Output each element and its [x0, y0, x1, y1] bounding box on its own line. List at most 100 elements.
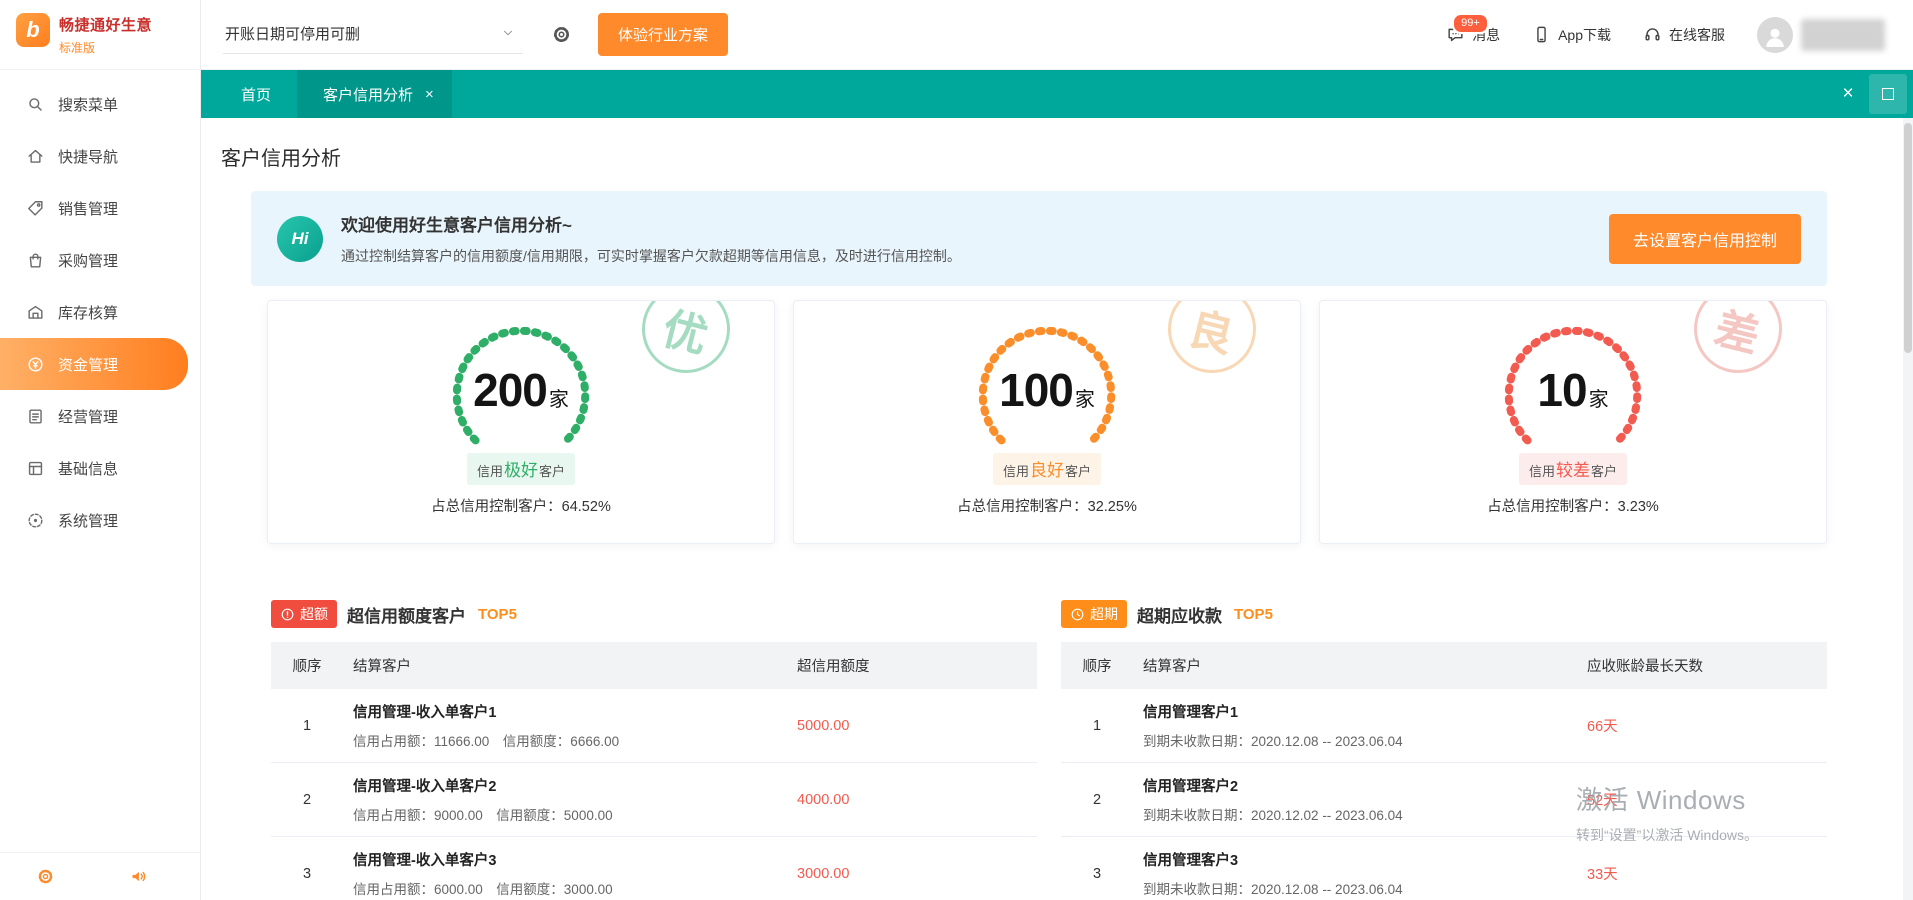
app-download-button[interactable]: App下载 — [1532, 25, 1611, 45]
over-credit-table-header: 超额 超信用额度客户 TOP5 — [271, 600, 1037, 628]
overdue-table: 顺序 结算客户 应收账龄最长天数 1 信用管理客户1 到期未收款日期：2020.1… — [1061, 642, 1827, 900]
messages-button[interactable]: 99+ 消息 — [1446, 12, 1500, 45]
count-good: 100 家 — [999, 364, 1095, 416]
over-credit-table-block: 超额 超信用额度客户 TOP5 顺序 结算客户 超信用额度 1 信用管理-收入单… — [271, 600, 1037, 900]
col-over-credit: 超信用额度 — [787, 642, 1037, 689]
tab-customer-credit-analysis[interactable]: 客户信用分析 × — [297, 70, 452, 118]
sidebar-item-sales[interactable]: 销售管理 — [0, 182, 200, 234]
setup-credit-control-button[interactable]: 去设置客户信用控制 — [1608, 213, 1801, 264]
topbar-settings-button[interactable] — [551, 24, 572, 45]
sidebar-item-funds[interactable]: 资金管理 — [0, 338, 188, 390]
top5-label: TOP5 — [1234, 605, 1273, 623]
aging-days-value: 66天 — [1577, 689, 1827, 763]
table-header-row: 顺序 结算客户 超信用额度 — [271, 642, 1037, 689]
customer-detail: 到期未收款日期：2020.12.02 -- 2023.06.04 — [1143, 808, 1403, 823]
base-info-icon — [28, 461, 43, 475]
customer-detail: 信用占用额：11666.00 信用额度：6666.00 — [353, 734, 620, 749]
customer-detail: 到期未收款日期：2020.12.08 -- 2023.06.04 — [1143, 734, 1403, 749]
tab-active-label: 客户信用分析 — [323, 86, 414, 104]
main-area: 开账日期可停用可删 体验行业方案 99+ 消息 App下载 在线客服 首页 客户… — [201, 0, 1913, 900]
tab-home[interactable]: 首页 — [215, 70, 297, 118]
person-icon — [1766, 28, 1784, 47]
topbar: 开账日期可停用可删 体验行业方案 99+ 消息 App下载 在线客服 — [201, 0, 1913, 70]
tab-close-icon[interactable]: × — [425, 86, 434, 103]
table-header-row: 顺序 结算客户 应收账龄最长天数 — [1061, 642, 1827, 689]
sidebar: b 畅捷通好生意 标准版 搜索菜单 快捷导航 销售管理 采购管理 库存核算 资金… — [0, 0, 201, 900]
sidebar-item-label: 经营管理 — [58, 408, 119, 426]
fullscreen-icon[interactable] — [1869, 74, 1907, 114]
over-credit-table: 顺序 结算客户 超信用额度 1 信用管理-收入单客户1 信用占用额：11666.0… — [271, 642, 1037, 900]
app-window: b 畅捷通好生意 标准版 搜索菜单 快捷导航 销售管理 采购管理 库存核算 资金… — [0, 0, 1913, 900]
search-icon — [29, 97, 42, 111]
trial-industry-plan-button[interactable]: 体验行业方案 — [598, 13, 729, 56]
customer-detail: 信用占用额：9000.00 信用额度：5000.00 — [353, 808, 613, 823]
overdue-table-block: 超期 超期应收款 TOP5 顺序 结算客户 应收账龄最长天数 1 信用管理客户1… — [1061, 600, 1827, 900]
user-account-button[interactable] — [1757, 16, 1885, 53]
customer-name: 信用管理-收入单客户2 — [353, 779, 497, 795]
sidebar-item-quick-nav[interactable]: 快捷导航 — [0, 130, 200, 182]
online-service-button[interactable]: 在线客服 — [1643, 25, 1725, 45]
gauge-good: 100 家 信用良好客户 — [961, 309, 1133, 487]
volume-icon[interactable] — [129, 867, 148, 886]
aging-days-value: 33天 — [1577, 836, 1827, 900]
sidebar-item-label: 快捷导航 — [58, 148, 119, 166]
account-set-select[interactable]: 开账日期可停用可删 — [223, 16, 523, 54]
funds-icon — [28, 356, 43, 372]
percent-poor: 占总信用控制客户：3.23% — [1487, 499, 1659, 515]
app-download-label: App下载 — [1558, 26, 1611, 43]
table-row[interactable]: 2 信用管理-收入单客户2 信用占用额：9000.00 信用额度：5000.00 … — [271, 762, 1037, 837]
clock-icon — [1071, 608, 1084, 620]
sidebar-item-label: 系统管理 — [58, 512, 119, 530]
tab-home-label: 首页 — [241, 86, 272, 104]
col-customer: 结算客户 — [1133, 642, 1577, 689]
top5-tables: 超额 超信用额度客户 TOP5 顺序 结算客户 超信用额度 1 信用管理-收入单… — [271, 600, 1827, 900]
table-row[interactable]: 1 信用管理客户1 到期未收款日期：2020.12.08 -- 2023.06.0… — [1061, 689, 1827, 763]
system-icon — [28, 512, 43, 528]
customer-name: 信用管理客户1 — [1143, 705, 1239, 721]
col-order: 顺序 — [1061, 642, 1133, 689]
count-excellent: 200 家 — [473, 364, 569, 416]
sidebar-item-search-menu[interactable]: 搜索菜单 — [0, 78, 200, 130]
sidebar-item-label: 采购管理 — [58, 252, 119, 270]
over-credit-value: 5000.00 — [787, 689, 1037, 763]
credit-good-card: 100 家 信用良好客户 良 占总信用控制客户：32.25% — [793, 300, 1301, 544]
sidebar-item-operations[interactable]: 经营管理 — [0, 390, 200, 442]
inventory-icon — [28, 305, 43, 319]
sidebar-item-label: 库存核算 — [58, 304, 119, 322]
close-all-tabs-icon[interactable]: × — [1829, 74, 1867, 114]
online-service-label: 在线客服 — [1669, 26, 1725, 43]
phone-icon — [1537, 26, 1546, 43]
sidebar-item-purchase[interactable]: 采购管理 — [0, 234, 200, 286]
scrollbar-thumb[interactable] — [1904, 123, 1912, 353]
table-row[interactable]: 3 信用管理-收入单客户3 信用占用额：6000.00 信用额度：3000.00 … — [271, 836, 1037, 900]
sales-icon — [28, 200, 43, 216]
brand-area: b 畅捷通好生意 标准版 — [0, 0, 200, 70]
content-inner: Hi 欢迎使用好生意客户信用分析~ 通过控制结算客户的信用额度/信用期限，可实时… — [201, 191, 1913, 900]
page-title: 客户信用分析 — [221, 148, 341, 170]
chevron-down-icon — [503, 30, 513, 36]
sidebar-item-base-info[interactable]: 基础信息 — [0, 442, 200, 494]
banner-description: 通过控制结算客户的信用额度/信用期限，可实时掌握客户欠款超期等信用信息，及时进行… — [341, 248, 961, 264]
gauge-excellent: 200 家 信用极好客户 — [435, 309, 607, 487]
sidebar-item-system[interactable]: 系统管理 — [0, 494, 200, 546]
gear-icon — [553, 26, 570, 43]
operations-icon — [29, 408, 42, 424]
badge-credit-good: 信用良好客户 — [992, 453, 1102, 485]
banner-title: 欢迎使用好生意客户信用分析~ — [341, 216, 572, 235]
settings-gear-icon[interactable] — [36, 867, 55, 886]
sidebar-footer — [0, 852, 200, 900]
sidebar-menu: 搜索菜单 快捷导航 销售管理 采购管理 库存核算 资金管理 经营管理 基础信息 … — [0, 70, 200, 852]
table-row[interactable]: 3 信用管理客户3 到期未收款日期：2020.12.08 -- 2023.06.0… — [1061, 836, 1827, 900]
customer-name: 信用管理-收入单客户1 — [353, 705, 497, 721]
tabbar: 首页 客户信用分析 × × — [201, 70, 1913, 118]
table-row[interactable]: 2 信用管理客户2 到期未收款日期：2020.12.02 -- 2023.06.0… — [1061, 762, 1827, 837]
message-count-badge: 99+ — [1452, 12, 1489, 34]
badge-credit-poor: 信用较差客户 — [1518, 453, 1628, 485]
percent-good: 占总信用控制客户：32.25% — [957, 499, 1137, 515]
over-credit-value: 3000.00 — [787, 836, 1037, 900]
credit-summary-cards: 200 家 信用极好客户 优 占总信用控制客户：64.52% 100 家 信用良… — [267, 300, 1827, 544]
sidebar-item-label: 搜索菜单 — [58, 96, 119, 114]
avatar — [1757, 16, 1793, 53]
sidebar-item-inventory[interactable]: 库存核算 — [0, 286, 200, 338]
table-row[interactable]: 1 信用管理-收入单客户1 信用占用额：11666.00 信用额度：6666.00… — [271, 689, 1037, 763]
